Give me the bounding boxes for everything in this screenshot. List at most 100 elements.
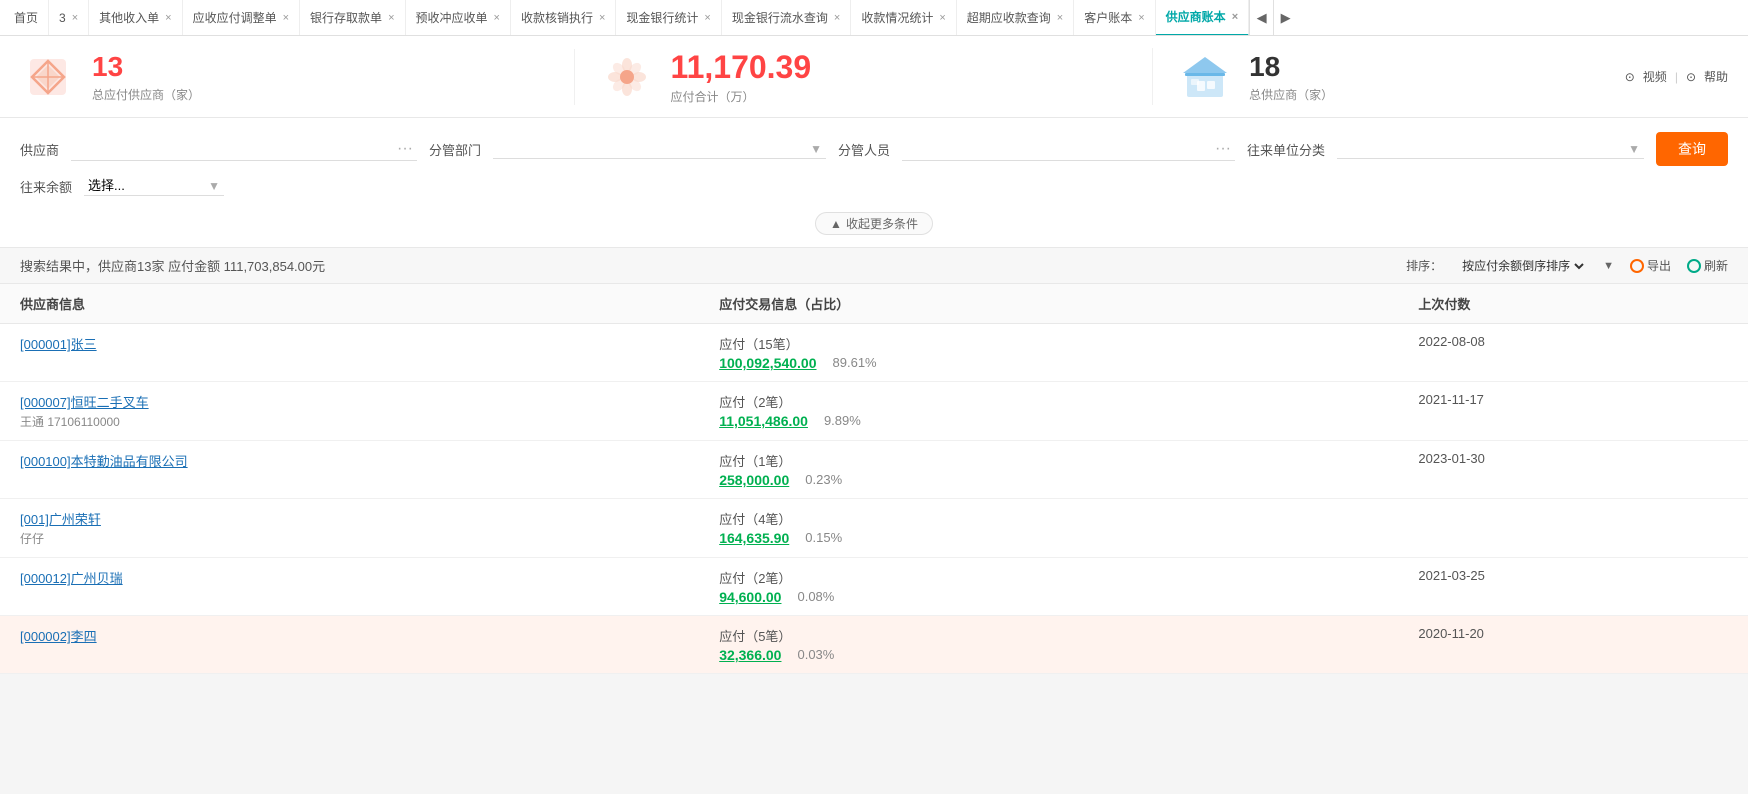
dept-select[interactable] bbox=[497, 141, 810, 156]
close-icon[interactable]: × bbox=[1138, 12, 1144, 24]
payable-amount[interactable]: 11,051,486.00 bbox=[719, 413, 808, 429]
nav-tab-overdue[interactable]: 超期应收款查询 × bbox=[957, 0, 1074, 36]
balance-select-wrap: 选择... ▼ bbox=[84, 176, 224, 196]
close-icon[interactable]: × bbox=[494, 12, 500, 24]
collapse-button[interactable]: ▲ 收起更多条件 bbox=[815, 212, 933, 235]
results-info: 搜索结果中，供应商13家 应付金额 111,703,854.00元 bbox=[20, 256, 325, 275]
supplier-info-cell: [001]广州荣轩仔仔 bbox=[0, 499, 699, 558]
nav-tab-home[interactable]: 首页 bbox=[4, 0, 49, 36]
last-payment-date: 2020-11-20 bbox=[1398, 616, 1748, 674]
close-icon[interactable]: × bbox=[834, 12, 840, 24]
video-link[interactable]: 视频 bbox=[1643, 68, 1667, 85]
close-icon[interactable]: × bbox=[939, 12, 945, 24]
nav-tab-collection-label: 收款核销执行 bbox=[521, 9, 593, 26]
category-select-wrap: ▼ bbox=[1337, 139, 1644, 159]
nav-tab-other-income[interactable]: 其他收入单 × bbox=[89, 0, 182, 36]
nav-tab-overdue-label: 超期应收款查询 bbox=[967, 9, 1051, 26]
nav-tab-3-label: 3 bbox=[59, 11, 66, 25]
col-last-date: 上次付数 bbox=[1398, 284, 1748, 324]
payable-percent: 0.08% bbox=[797, 589, 834, 604]
close-icon[interactable]: × bbox=[388, 12, 394, 24]
category-filter-label: 往来单位分类 bbox=[1247, 140, 1325, 159]
payable-percent: 0.23% bbox=[805, 472, 842, 487]
results-actions: 排序： 按应付余额倒序排序 ▼ 导出 刷新 bbox=[1406, 257, 1728, 274]
close-icon[interactable]: × bbox=[599, 12, 605, 24]
close-icon[interactable]: × bbox=[704, 12, 710, 24]
person-dots-icon[interactable]: ··· bbox=[1215, 140, 1231, 158]
query-button[interactable]: 查询 bbox=[1656, 132, 1728, 166]
person-input-wrap: ··· bbox=[902, 138, 1235, 161]
nav-next-arrow[interactable]: ▶ bbox=[1273, 0, 1297, 36]
export-button[interactable]: 导出 bbox=[1630, 257, 1671, 274]
payable-info-cell: 应付（2笔）11,051,486.009.89% bbox=[699, 382, 1398, 441]
last-payment-date: 2022-08-08 bbox=[1398, 324, 1748, 382]
supplier-link[interactable]: [000012]广州贝瑞 bbox=[20, 571, 123, 586]
nav-tab-home-label: 首页 bbox=[14, 9, 38, 26]
refresh-circle-icon bbox=[1687, 259, 1701, 273]
category-filter-group: 往来单位分类 ▼ bbox=[1247, 139, 1644, 159]
export-circle-icon bbox=[1630, 259, 1644, 273]
supplier-input[interactable] bbox=[75, 141, 397, 156]
close-icon[interactable]: × bbox=[72, 12, 78, 24]
supplier-link[interactable]: [000001]张三 bbox=[20, 337, 97, 352]
payable-percent: 89.61% bbox=[833, 355, 877, 370]
close-icon[interactable]: × bbox=[1057, 12, 1063, 24]
nav-tab-bank-deposit[interactable]: 银行存取款单 × bbox=[300, 0, 405, 36]
close-icon[interactable]: × bbox=[1232, 11, 1238, 23]
help-link[interactable]: 帮助 bbox=[1704, 68, 1728, 85]
payable-amount[interactable]: 258,000.00 bbox=[719, 472, 789, 488]
filter-row-1: 供应商 ··· 分管部门 ▼ 分管人员 ··· bbox=[20, 132, 1728, 166]
category-chevron-down-icon: ▼ bbox=[1628, 142, 1640, 156]
table-wrap: 供应商信息 应付交易信息（占比） 上次付数 [000001]张三应付（15笔）1… bbox=[0, 284, 1748, 674]
top-right-links: ⊙ 视频 | ⊙ 帮助 bbox=[1625, 68, 1728, 85]
nav-tab-advance[interactable]: 预收冲应收单 × bbox=[406, 0, 511, 36]
balance-chevron-down-icon: ▼ bbox=[208, 179, 220, 193]
payable-amount-number: 11,170.39 bbox=[671, 48, 812, 86]
payable-label: 应付（5笔） bbox=[719, 626, 1378, 645]
refresh-button[interactable]: 刷新 bbox=[1687, 257, 1728, 274]
nav-tab-bank-deposit-label: 银行存取款单 bbox=[310, 9, 382, 26]
nav-tab-adjustment[interactable]: 应收应付调整单 × bbox=[183, 0, 300, 36]
filter-section: 供应商 ··· 分管部门 ▼ 分管人员 ··· bbox=[0, 118, 1748, 248]
payable-amount[interactable]: 32,366.00 bbox=[719, 647, 781, 663]
category-select[interactable] bbox=[1341, 141, 1628, 156]
filter-row-2: 往来余额 选择... ▼ bbox=[20, 176, 1728, 196]
payable-amount-label: 应付合计（万） bbox=[671, 88, 812, 105]
supplier-dots-icon[interactable]: ··· bbox=[397, 140, 413, 158]
nav-tab-adjustment-label: 应收应付调整单 bbox=[193, 9, 277, 26]
payable-amount[interactable]: 94,600.00 bbox=[719, 589, 781, 605]
nav-prev-arrow[interactable]: ◀ bbox=[1249, 0, 1273, 36]
close-icon[interactable]: × bbox=[165, 12, 171, 24]
payable-info-cell: 应付（1笔）258,000.000.23% bbox=[699, 441, 1398, 499]
supplier-link[interactable]: [000007]恒旺二手叉车 bbox=[20, 395, 149, 410]
balance-select[interactable]: 选择... bbox=[88, 178, 208, 193]
person-filter-group: 分管人员 ··· bbox=[838, 138, 1235, 161]
dept-chevron-down-icon: ▼ bbox=[810, 142, 822, 156]
close-icon[interactable]: × bbox=[283, 12, 289, 24]
supplier-filter-label: 供应商 bbox=[20, 140, 59, 159]
dept-filter-group: 分管部门 ▼ bbox=[429, 139, 826, 159]
nav-tab-cash-stats[interactable]: 现金银行统计 × bbox=[616, 0, 721, 36]
payable-amount[interactable]: 100,092,540.00 bbox=[719, 355, 816, 371]
results-bar: 搜索结果中，供应商13家 应付金额 111,703,854.00元 排序： 按应… bbox=[0, 248, 1748, 284]
nav-tab-customer-account[interactable]: 客户账本 × bbox=[1074, 0, 1155, 36]
nav-tab-collection-stats[interactable]: 收款情况统计 × bbox=[851, 0, 956, 36]
export-label: 导出 bbox=[1647, 257, 1671, 274]
person-input[interactable] bbox=[906, 141, 1215, 156]
sort-select[interactable]: 按应付余额倒序排序 bbox=[1458, 258, 1587, 274]
payable-amount[interactable]: 164,635.90 bbox=[719, 530, 789, 546]
nav-tab-collection[interactable]: 收款核销执行 × bbox=[511, 0, 616, 36]
supplier-info-cell: [000002]李四 bbox=[0, 616, 699, 674]
supplier-sub-info: 仔仔 bbox=[20, 530, 679, 547]
nav-tab-supplier-account[interactable]: 供应商账本 × bbox=[1156, 0, 1249, 36]
nav-tab-3[interactable]: 3 × bbox=[49, 0, 89, 36]
supplier-table: 供应商信息 应付交易信息（占比） 上次付数 [000001]张三应付（15笔）1… bbox=[0, 284, 1748, 674]
table-row: [000007]恒旺二手叉车王通 17106110000应付（2笔）11,051… bbox=[0, 382, 1748, 441]
supplier-link[interactable]: [000100]本特勤油品有限公司 bbox=[20, 454, 188, 469]
supplier-info-cell: [000012]广州贝瑞 bbox=[0, 558, 699, 616]
last-payment-date bbox=[1398, 499, 1748, 558]
supplier-link[interactable]: [001]广州荣轩 bbox=[20, 512, 101, 527]
payable-info-cell: 应付（2笔）94,600.000.08% bbox=[699, 558, 1398, 616]
supplier-link[interactable]: [000002]李四 bbox=[20, 629, 97, 644]
nav-tab-cash-flow[interactable]: 现金银行流水查询 × bbox=[722, 0, 851, 36]
